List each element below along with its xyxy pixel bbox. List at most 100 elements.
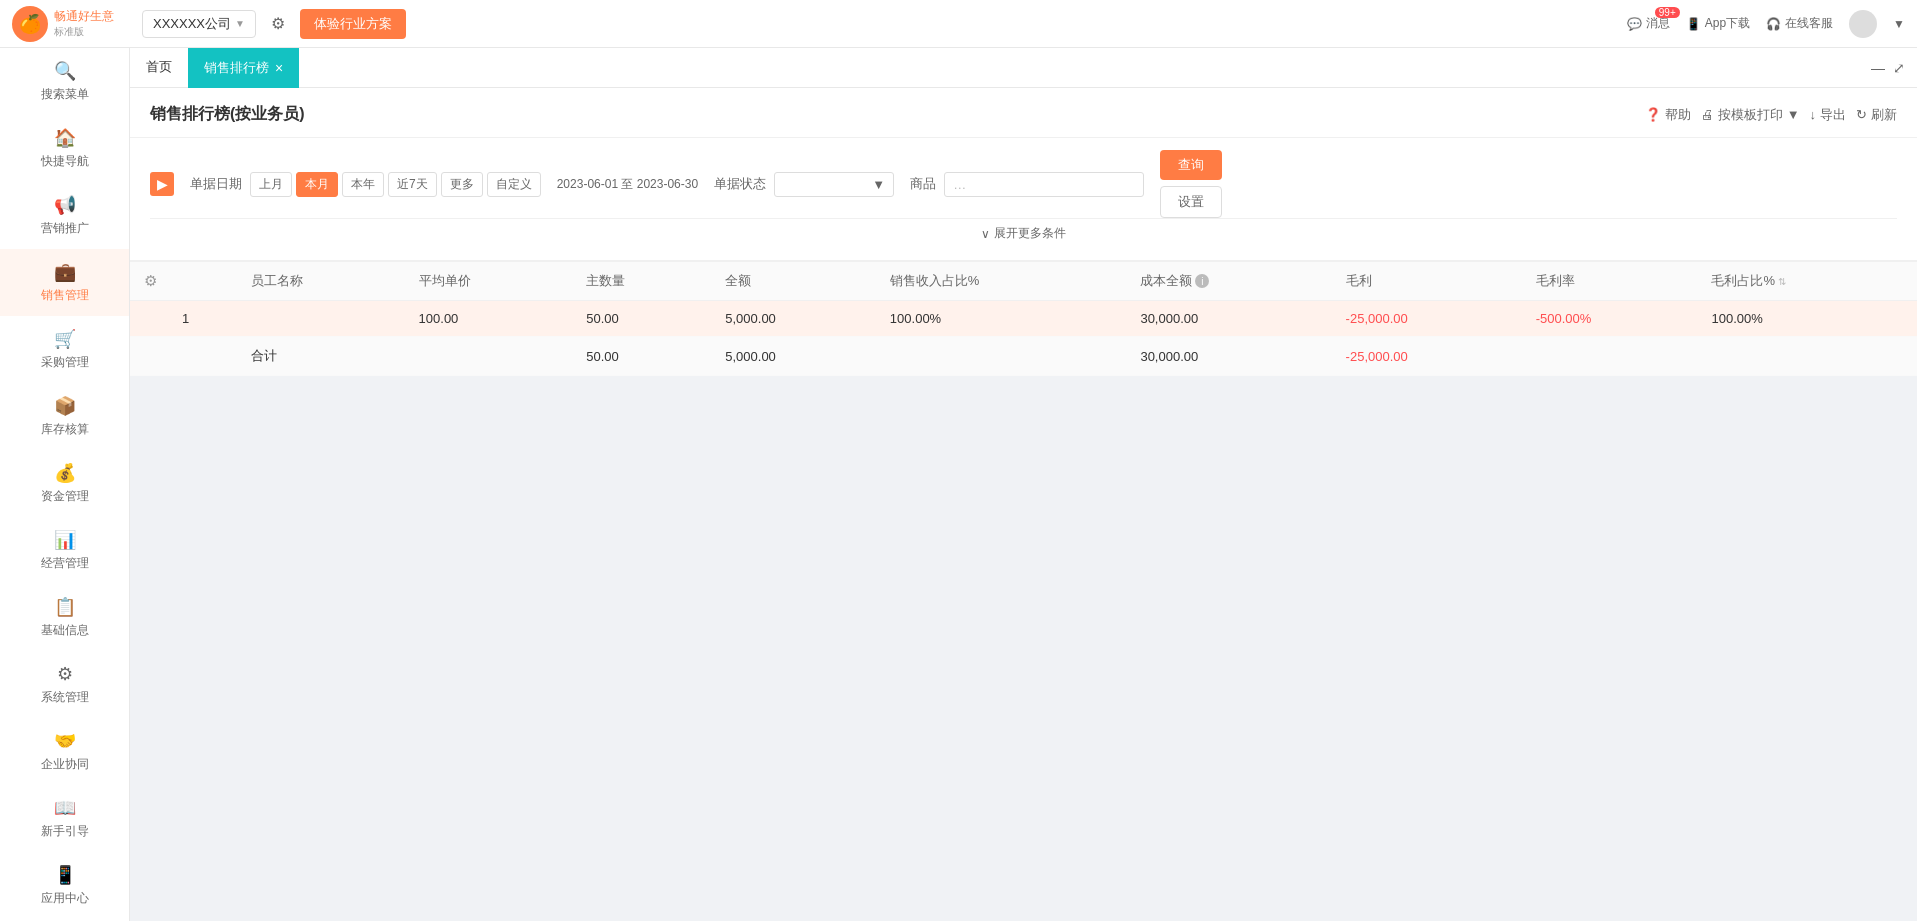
date-custom-button[interactable]: 自定义 bbox=[487, 172, 541, 197]
filter-expand-button[interactable]: ▶ bbox=[150, 172, 174, 196]
setting-button[interactable]: 设置 bbox=[1160, 186, 1222, 218]
query-button[interactable]: 查询 bbox=[1160, 150, 1222, 180]
refresh-button[interactable]: ↻ 刷新 bbox=[1856, 106, 1897, 124]
sidebar-item-label: 搜索菜单 bbox=[41, 86, 89, 103]
marketing-icon: 📢 bbox=[54, 194, 76, 216]
footer-empty-5 bbox=[1524, 337, 1700, 376]
cell-revenue-pct: 100.00% bbox=[878, 301, 1129, 337]
page-actions: ❓ 帮助 🖨 按模板打印 ▼ ↓ 导出 bbox=[1645, 106, 1897, 124]
col-header-rank bbox=[170, 262, 239, 301]
page-title: 销售排行榜(按业务员) bbox=[150, 104, 305, 125]
filter-row-1: ▶ 单据日期 上月 本月 本年 近7天 更多 自定义 bbox=[150, 150, 1897, 218]
sidebar-item-system[interactable]: ⚙ 系统管理 bbox=[0, 651, 129, 718]
print-button[interactable]: 🖨 按模板打印 ▼ bbox=[1701, 106, 1800, 124]
table-footer-row: 合计 50.00 5,000.00 30,000.00 -25,000.00 bbox=[130, 337, 1917, 376]
tab-close-button[interactable]: × bbox=[275, 60, 283, 76]
sidebar-item-home[interactable]: 🏠 快捷导航 bbox=[0, 115, 129, 182]
enterprise-icon: 🤝 bbox=[54, 730, 76, 752]
top-right-area: 💬 消息 99+ 📱 App下载 🎧 在线客服 ▼ bbox=[1627, 10, 1905, 38]
sidebar-item-appstore[interactable]: 📱 应用中心 bbox=[0, 852, 129, 919]
sidebar-item-basic-info[interactable]: 📋 基础信息 bbox=[0, 584, 129, 651]
date-more-button[interactable]: 更多 bbox=[441, 172, 483, 197]
print-icon: 🖨 bbox=[1701, 107, 1714, 122]
col-header-gross-rate: 毛利率 bbox=[1524, 262, 1700, 301]
cell-avg-price: 100.00 bbox=[407, 301, 575, 337]
sidebar-item-sales[interactable]: 💼 销售管理 bbox=[0, 249, 129, 316]
app-download-label: App下载 bbox=[1705, 15, 1750, 32]
message-button[interactable]: 💬 消息 99+ bbox=[1627, 15, 1670, 32]
sales-icon: 💼 bbox=[54, 261, 76, 283]
status-select[interactable]: ▼ bbox=[774, 172, 894, 197]
date-prev-month-button[interactable]: 上月 bbox=[250, 172, 292, 197]
sidebar-item-marketing[interactable]: 📢 营销推广 bbox=[0, 182, 129, 249]
online-service-button[interactable]: 🎧 在线客服 bbox=[1766, 15, 1833, 32]
expand-more-row[interactable]: ∨ 展开更多条件 bbox=[150, 218, 1897, 248]
date-this-year-button[interactable]: 本年 bbox=[342, 172, 384, 197]
tab-home-label: 首页 bbox=[146, 58, 172, 76]
footer-gross: -25,000.00 bbox=[1334, 337, 1524, 376]
settings-button[interactable]: ⚙ bbox=[264, 10, 292, 38]
tab-label: 销售排行榜 bbox=[204, 59, 269, 77]
col-header-avg-price: 平均单价 bbox=[407, 262, 575, 301]
cell-settings bbox=[130, 301, 170, 337]
company-selector[interactable]: XXXXXX公司 ▼ bbox=[142, 10, 256, 38]
chevron-down-icon: ▼ bbox=[235, 18, 245, 29]
sidebar-item-inventory[interactable]: 📦 库存核算 bbox=[0, 383, 129, 450]
filter-date-label: 单据日期 bbox=[190, 175, 242, 193]
footer-amount: 5,000.00 bbox=[713, 337, 878, 376]
user-menu[interactable]: ▼ bbox=[1893, 17, 1905, 31]
data-table: ⚙ 员工名称 平均单价 bbox=[130, 261, 1917, 376]
system-icon: ⚙ bbox=[57, 663, 73, 685]
footer-cost: 30,000.00 bbox=[1128, 337, 1333, 376]
sidebar-item-label: 企业协同 bbox=[41, 756, 89, 773]
tab-bar: 首页 销售排行榜 × — ⤢ bbox=[130, 48, 1917, 88]
sidebar-item-label: 应用中心 bbox=[41, 890, 89, 907]
page-header: 销售排行榜(按业务员) ❓ 帮助 🖨 按模板打印 ▼ bbox=[130, 88, 1917, 138]
message-icon: 💬 bbox=[1627, 17, 1642, 31]
avatar[interactable] bbox=[1849, 10, 1877, 38]
col-header-gross: 毛利 bbox=[1334, 262, 1524, 301]
sort-icon[interactable]: ⇅ bbox=[1778, 276, 1786, 287]
filter-area: ▶ 单据日期 上月 本月 本年 近7天 更多 自定义 bbox=[130, 138, 1917, 261]
cell-gross: -25,000.00 bbox=[1334, 301, 1524, 337]
tab-sales-rank[interactable]: 销售排行榜 × bbox=[188, 48, 299, 88]
help-button[interactable]: ❓ 帮助 bbox=[1645, 106, 1691, 124]
sidebar-item-label: 资金管理 bbox=[41, 488, 89, 505]
table-settings-icon[interactable]: ⚙ bbox=[144, 272, 157, 289]
finance-icon: 💰 bbox=[54, 462, 76, 484]
sidebar-item-guide[interactable]: 📖 新手引导 bbox=[0, 785, 129, 852]
logo-area: 🍊 畅通好生意 标准版 bbox=[12, 6, 142, 42]
logo-sub: 标准版 bbox=[54, 25, 114, 38]
cell-rank: 1 bbox=[170, 301, 239, 337]
footer-label: 合计 bbox=[239, 337, 407, 376]
footer-empty-4 bbox=[878, 337, 1129, 376]
goods-input[interactable]: … bbox=[944, 172, 1144, 197]
date-7days-button[interactable]: 近7天 bbox=[388, 172, 437, 197]
logo-icon: 🍊 bbox=[12, 6, 48, 42]
export-button[interactable]: ↓ 导出 bbox=[1810, 106, 1847, 124]
col-header-revenue-pct: 销售收入占比% bbox=[878, 262, 1129, 301]
sidebar-item-purchase[interactable]: 🛒 采购管理 bbox=[0, 316, 129, 383]
trial-button[interactable]: 体验行业方案 bbox=[300, 9, 406, 39]
sidebar-item-operation[interactable]: 📊 经营管理 bbox=[0, 517, 129, 584]
table-row: 1 100.00 50.00 5,000.00 100.00% 30,000.0… bbox=[130, 301, 1917, 337]
sidebar-item-label: 采购管理 bbox=[41, 354, 89, 371]
sidebar-item-label: 库存核算 bbox=[41, 421, 89, 438]
tab-minimize-button[interactable]: — bbox=[1871, 60, 1885, 76]
cost-info-icon[interactable]: i bbox=[1195, 274, 1209, 288]
purchase-icon: 🛒 bbox=[54, 328, 76, 350]
appstore-icon: 📱 bbox=[54, 864, 76, 886]
sidebar-item-finance[interactable]: 💰 资金管理 bbox=[0, 450, 129, 517]
tab-maximize-button[interactable]: ⤢ bbox=[1893, 60, 1905, 76]
sidebar-item-enterprise[interactable]: 🤝 企业协同 bbox=[0, 718, 129, 785]
query-column: 查询 设置 bbox=[1160, 150, 1222, 218]
app-download-button[interactable]: 📱 App下载 bbox=[1686, 15, 1750, 32]
date-this-month-button[interactable]: 本月 bbox=[296, 172, 338, 197]
tab-home[interactable]: 首页 bbox=[130, 48, 188, 88]
chevron-down-icon: ▼ bbox=[872, 177, 885, 192]
chevron-down-icon: ∨ bbox=[981, 227, 990, 241]
filter-date: 单据日期 上月 本月 本年 近7天 更多 自定义 2023-06-01 至 20… bbox=[190, 172, 698, 197]
sidebar-item-search[interactable]: 🔍 搜索菜单 bbox=[0, 48, 129, 115]
footer-qty: 50.00 bbox=[574, 337, 713, 376]
col-header-cost: 成本全额 i bbox=[1128, 262, 1333, 301]
